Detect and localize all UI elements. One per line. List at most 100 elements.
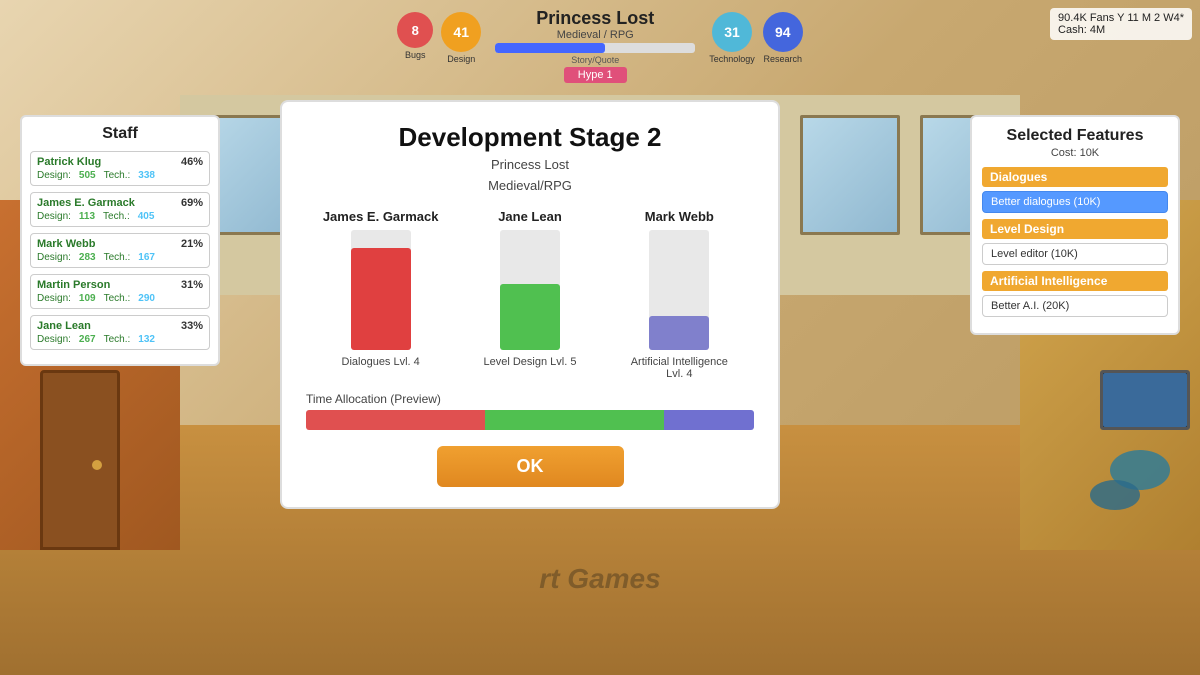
game-ui-bar: 8 Bugs 41 Design Princess Lost Medieval … [0, 8, 1200, 85]
research-bubble: 94 [763, 12, 803, 52]
worker-label-2: Artificial IntelligenceLvl. 4 [614, 356, 744, 380]
time-alloc-section: Time Allocation (Preview) [306, 392, 754, 430]
staff-tech-val-4: 132 [138, 334, 155, 345]
design-bubble: 41 [441, 12, 481, 52]
staff-pct-0: 46% [181, 156, 203, 168]
worker-col-2: Mark Webb Artificial IntelligenceLvl. 4 [614, 209, 744, 380]
ok-btn-container: OK [306, 446, 754, 487]
tech-label: Technology [709, 54, 755, 64]
ottoman2 [1090, 480, 1140, 510]
worker-bar-container-1 [465, 230, 595, 350]
dialog-game-name: Princess Lost [306, 157, 754, 172]
worker-bar-fill-2 [649, 316, 709, 350]
progress-fill [495, 43, 605, 53]
worker-bar-fill-0 [351, 248, 411, 350]
feature-category-2: Artificial Intelligence [982, 271, 1168, 291]
game-title: Princess Lost [495, 8, 695, 29]
staff-pct-4: 33% [181, 320, 203, 332]
feature-item-0-0[interactable]: Better dialogues (10K) [982, 191, 1168, 213]
worker-label-1: Level Design Lvl. 5 [465, 356, 595, 368]
design-label: Design [447, 54, 475, 64]
features-panel: Selected Features Cost: 10K Dialogues Be… [970, 115, 1180, 335]
features-title: Selected Features [982, 127, 1168, 145]
feature-category-1: Level Design [982, 219, 1168, 239]
staff-panel: Staff 46% Patrick Klug Design: 505 Tech.… [20, 115, 220, 366]
staff-tech-val-1: 405 [138, 211, 155, 222]
staff-design-label-4: Design: [37, 334, 71, 345]
staff-item-4: 33% Jane Lean Design: 267 Tech.: 132 [30, 315, 210, 350]
feature-item-1-0[interactable]: Level editor (10K) [982, 243, 1168, 265]
staff-design-val-0: 505 [79, 170, 96, 181]
staff-tech-val-2: 167 [138, 252, 155, 263]
staff-pct-1: 69% [181, 197, 203, 209]
staff-tech-label-1: Tech.: [103, 211, 130, 222]
staff-tech-label-2: Tech.: [104, 252, 131, 263]
tech-bubble: 31 [712, 12, 752, 52]
progress-bar [495, 43, 695, 53]
bugs-bubble: 8 [397, 12, 433, 48]
staff-design-val-2: 283 [79, 252, 96, 263]
feature-category-0: Dialogues [982, 167, 1168, 187]
window-far-right3 [800, 115, 900, 235]
worker-label-0: Dialogues Lvl. 4 [316, 356, 446, 368]
staff-tech-val-3: 290 [138, 293, 155, 304]
staff-design-val-4: 267 [79, 334, 96, 345]
feature-item-2-0[interactable]: Better A.I. (20K) [982, 295, 1168, 317]
worker-bar-bg-1 [500, 230, 560, 350]
bugs-label: Bugs [405, 50, 426, 60]
worker-bar-container-0 [316, 230, 446, 350]
staff-name-1: James E. Garmack [37, 197, 203, 209]
game-genre: Medieval / RPG [495, 29, 695, 41]
dialog-genre: Medieval/RPG [306, 178, 754, 193]
bugs-group: 8 Bugs [397, 12, 433, 60]
tv-monitor [1100, 370, 1190, 430]
door [40, 370, 120, 550]
worker-col-1: Jane Lean Level Design Lvl. 5 [465, 209, 595, 380]
time-seg-blue [664, 410, 754, 430]
staff-design-val-3: 109 [79, 293, 96, 304]
worker-bar-container-2 [614, 230, 744, 350]
staff-tech-val-0: 338 [138, 170, 155, 181]
title-center-group: Princess Lost Medieval / RPG Story/Quote… [495, 8, 695, 85]
staff-item-1: 69% James E. Garmack Design: 113 Tech.: … [30, 192, 210, 227]
staff-pct-2: 21% [181, 238, 203, 250]
worker-name-1: Jane Lean [465, 209, 595, 224]
workers-row: James E. Garmack Dialogues Lvl. 4 Jane L… [306, 209, 754, 380]
staff-tech-label-3: Tech.: [104, 293, 131, 304]
hype-badge: Hype 1 [564, 67, 627, 83]
staff-panel-title: Staff [30, 125, 210, 143]
staff-design-label-0: Design: [37, 170, 71, 181]
cash-stat: Cash: 4M [1058, 24, 1184, 36]
worker-col-0: James E. Garmack Dialogues Lvl. 4 [316, 209, 446, 380]
door-knob [92, 460, 102, 470]
research-group: 94 Research [763, 12, 803, 64]
fans-stat: 90.4K Fans Y 11 M 2 W4* [1058, 12, 1184, 24]
stats-info: 90.4K Fans Y 11 M 2 W4* Cash: 4M [1050, 8, 1192, 40]
development-stage-dialog: Development Stage 2 Princess Lost Mediev… [280, 100, 780, 509]
staff-design-label-3: Design: [37, 293, 71, 304]
staff-design-label-1: Design: [37, 211, 71, 222]
ok-button[interactable]: OK [437, 446, 624, 487]
staff-name-4: Jane Lean [37, 320, 203, 332]
staff-name-2: Mark Webb [37, 238, 203, 250]
features-cost: Cost: 10K [982, 147, 1168, 159]
design-group: 41 Design [441, 12, 481, 64]
worker-bar-bg-0 [351, 230, 411, 350]
time-seg-green [485, 410, 664, 430]
staff-item-3: 31% Martin Person Design: 109 Tech.: 290 [30, 274, 210, 309]
staff-name-3: Martin Person [37, 279, 203, 291]
staff-name-0: Patrick Klug [37, 156, 203, 168]
worker-bar-bg-2 [649, 230, 709, 350]
tech-group: 31 Technology [709, 12, 755, 64]
time-alloc-label: Time Allocation (Preview) [306, 392, 754, 406]
dialog-title: Development Stage 2 [306, 122, 754, 153]
staff-tech-label-4: Tech.: [104, 334, 131, 345]
staff-design-val-1: 113 [79, 211, 95, 222]
staff-design-label-2: Design: [37, 252, 71, 263]
worker-bar-fill-1 [500, 284, 560, 350]
staff-tech-label-0: Tech.: [104, 170, 131, 181]
time-alloc-bar [306, 410, 754, 430]
company-name: rt Games [539, 563, 660, 595]
story-quote: Story/Quote [495, 55, 695, 65]
worker-name-2: Mark Webb [614, 209, 744, 224]
